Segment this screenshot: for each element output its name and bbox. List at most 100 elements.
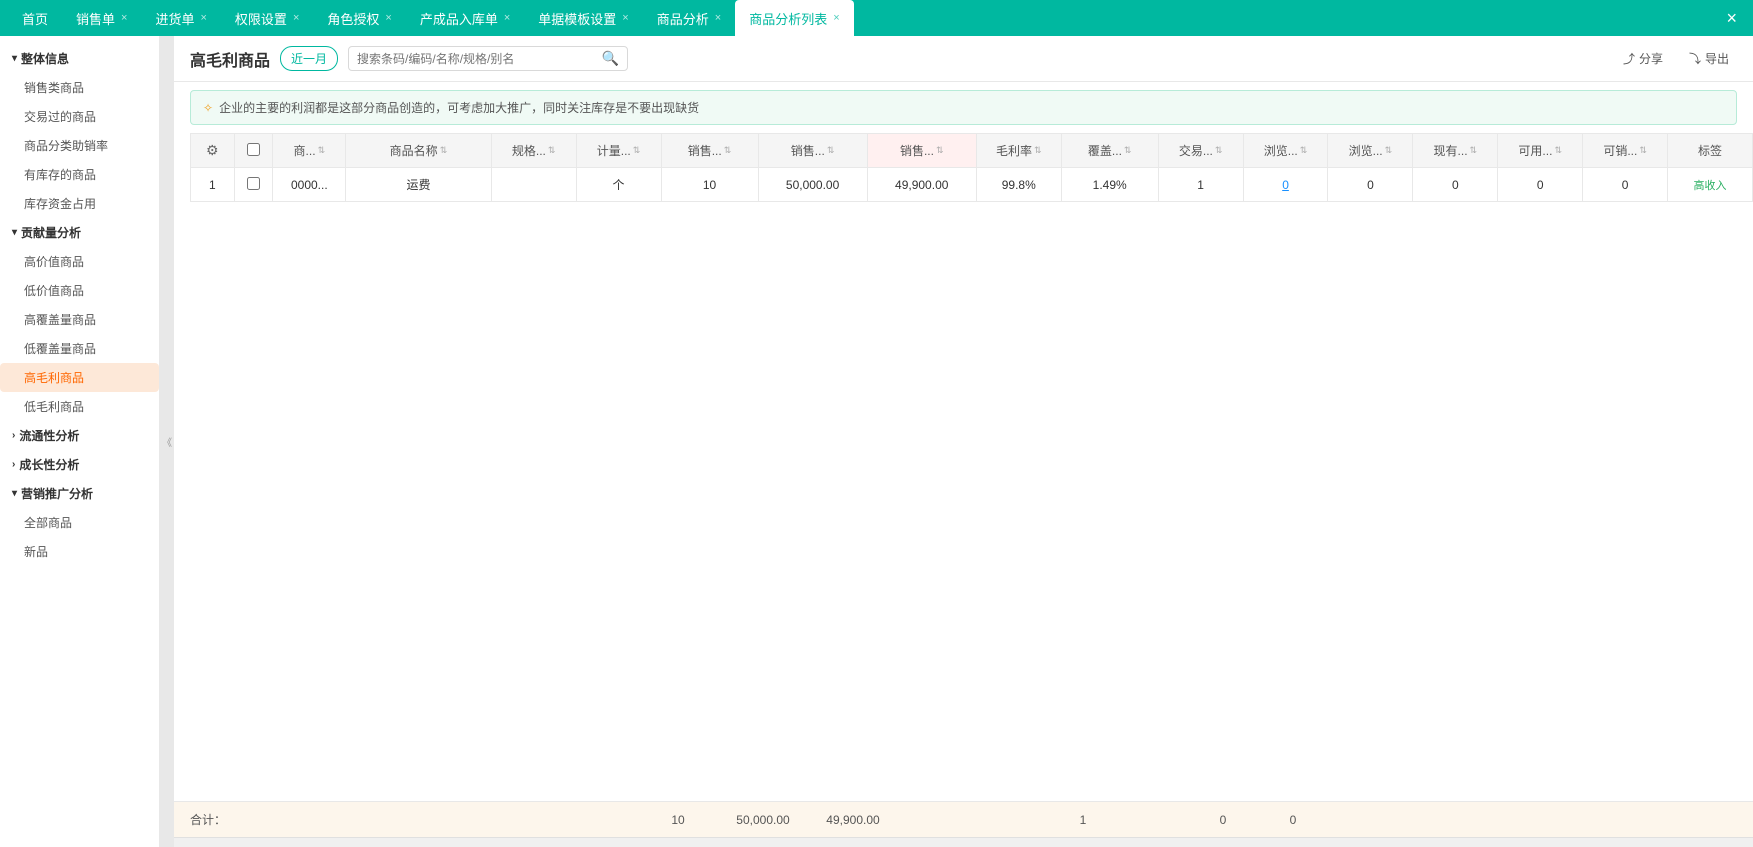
sort-coverage-icon[interactable]: ⇅	[1124, 145, 1132, 156]
sidebar-item-new-goods[interactable]: 新品	[0, 537, 159, 566]
col-gross-margin-label: 毛利率	[996, 142, 1032, 159]
col-no: 商...⇅	[273, 134, 346, 168]
col-browse1: 浏览...⇅	[1243, 134, 1328, 168]
col-settings[interactable]: ⚙	[191, 134, 235, 168]
col-checkbox[interactable]	[234, 134, 273, 168]
sidebar-item-category-rate[interactable]: 商品分类助销率	[0, 131, 159, 160]
close-analysis-list-tab[interactable]: ×	[833, 12, 839, 24]
sort-sales-profit-icon[interactable]: ⇅	[936, 145, 944, 156]
row-browse1[interactable]: 0	[1243, 168, 1328, 202]
nav-item-template[interactable]: 单据模板设置 ×	[524, 0, 642, 36]
sidebar-group-growth-label: 成长性分析	[19, 456, 79, 473]
sort-unit-icon[interactable]: ⇅	[633, 145, 641, 156]
col-stock-current-label: 现有...	[1434, 142, 1468, 159]
col-name-label: 商品名称	[390, 142, 438, 159]
col-browse1-label: 浏览...	[1264, 142, 1298, 159]
share-button[interactable]: ⤴ 分享	[1615, 46, 1671, 71]
close-role-tab[interactable]: ×	[385, 12, 391, 24]
sidebar: ▾ 整体信息 销售类商品 交易过的商品 商品分类助销率 有库存的商品 库存资金占…	[0, 36, 160, 847]
export-icon: ⤵	[1689, 50, 1701, 67]
nav-item-purchase[interactable]: 进货单 ×	[141, 0, 220, 36]
sidebar-group-growth[interactable]: › 成长性分析	[0, 450, 159, 479]
sort-no-icon[interactable]: ⇅	[318, 145, 326, 156]
filter-button[interactable]: 近一月	[280, 46, 338, 71]
sort-stock-current-icon[interactable]: ⇅	[1470, 145, 1478, 156]
search-icon[interactable]: 🔍	[602, 50, 619, 67]
sort-browse2-icon[interactable]: ⇅	[1385, 145, 1393, 156]
bottom-scrollbar[interactable]	[174, 837, 1753, 847]
sort-spec-icon[interactable]: ⇅	[548, 145, 556, 156]
settings-icon[interactable]: ⚙	[206, 142, 219, 158]
sort-stock-available-icon[interactable]: ⇅	[1554, 145, 1562, 156]
sort-gross-margin-icon[interactable]: ⇅	[1034, 145, 1042, 156]
sidebar-group-marketing[interactable]: ▾ 营销推广分析	[0, 479, 159, 508]
share-icon: ⤴	[1623, 50, 1635, 67]
col-stock-current: 现有...⇅	[1413, 134, 1498, 168]
sidebar-item-low-value[interactable]: 低价值商品	[0, 276, 159, 305]
sidebar-item-sales-goods[interactable]: 销售类商品	[0, 73, 159, 102]
sidebar-item-all-goods[interactable]: 全部商品	[0, 508, 159, 537]
row-stock-available: 0	[1498, 168, 1583, 202]
export-button[interactable]: ⤵ 导出	[1681, 46, 1737, 71]
sort-sales-amount-icon[interactable]: ⇅	[827, 145, 835, 156]
sidebar-item-high-value[interactable]: 高价值商品	[0, 247, 159, 276]
sidebar-item-low-margin[interactable]: 低毛利商品	[0, 392, 159, 421]
close-sales-tab[interactable]: ×	[121, 12, 127, 24]
nav-item-role[interactable]: 角色授权 ×	[313, 0, 405, 36]
sidebar-item-high-coverage[interactable]: 高覆盖量商品	[0, 305, 159, 334]
row-spec	[491, 168, 576, 202]
col-browse2: 浏览...⇅	[1328, 134, 1413, 168]
sidebar-item-traded-goods[interactable]: 交易过的商品	[0, 102, 159, 131]
info-text: 企业的主要的利润都是这部分商品创造的，可考虑加大推广，同时关注库存是不要出现缺货	[219, 99, 699, 116]
nav-item-sales[interactable]: 销售单 ×	[62, 0, 141, 36]
col-trade-label: 交易...	[1179, 142, 1213, 159]
sidebar-item-stock-capital[interactable]: 库存资金占用	[0, 189, 159, 218]
share-label: 分享	[1639, 50, 1663, 67]
close-template-tab[interactable]: ×	[622, 12, 628, 24]
close-permission-tab[interactable]: ×	[293, 12, 299, 24]
sidebar-group-liquidity[interactable]: › 流通性分析	[0, 421, 159, 450]
tag-badge: 高收入	[1694, 180, 1727, 192]
table-row: 1 0000... 运费 个 10 50,000.00 49,900.00 99…	[191, 168, 1753, 202]
sidebar-group-overall[interactable]: ▾ 整体信息	[0, 44, 159, 73]
table-wrap: ⚙ 商...⇅ 商品名称⇅ 规	[174, 133, 1753, 801]
sidebar-item-in-stock-goods[interactable]: 有库存的商品	[0, 160, 159, 189]
close-product-inbound-tab[interactable]: ×	[504, 12, 510, 24]
col-no-label: 商...	[294, 142, 316, 159]
search-input[interactable]	[357, 52, 602, 66]
row-checkbox[interactable]	[234, 168, 273, 202]
nav-item-permission[interactable]: 权限设置 ×	[221, 0, 313, 36]
data-table: ⚙ 商...⇅ 商品名称⇅ 规	[190, 133, 1753, 202]
sidebar-item-high-margin[interactable]: 高毛利商品	[0, 363, 159, 392]
select-all-checkbox[interactable]	[247, 143, 260, 156]
nav-item-product-inbound[interactable]: 产成品入库单 ×	[406, 0, 524, 36]
row-unit: 个	[576, 168, 661, 202]
col-sales-qty: 销售...⇅	[661, 134, 758, 168]
col-stock-available: 可用...⇅	[1498, 134, 1583, 168]
row-select-checkbox[interactable]	[247, 177, 260, 190]
col-tag: 标签	[1668, 134, 1753, 168]
sidebar-group-contribution[interactable]: ▾ 贡献量分析	[0, 218, 159, 247]
sort-name-icon[interactable]: ⇅	[440, 145, 448, 156]
sidebar-group-marketing-label: 营销推广分析	[21, 485, 93, 502]
nav-item-analysis[interactable]: 商品分析 ×	[643, 0, 735, 36]
close-all-btn[interactable]: ×	[1718, 8, 1745, 29]
main-layout: ▾ 整体信息 销售类商品 交易过的商品 商品分类助销率 有库存的商品 库存资金占…	[0, 36, 1753, 847]
sidebar-item-low-coverage[interactable]: 低覆盖量商品	[0, 334, 159, 363]
close-purchase-tab[interactable]: ×	[200, 12, 206, 24]
arrow-growth: ›	[12, 459, 15, 470]
info-banner: ✧ 企业的主要的利润都是这部分商品创造的，可考虑加大推广，同时关注库存是不要出现…	[190, 90, 1737, 125]
footer-sales-profit: 49,900.00	[808, 813, 898, 827]
nav-item-home[interactable]: 首页	[8, 0, 62, 36]
close-analysis-tab[interactable]: ×	[715, 12, 721, 24]
row-stock-salable: 0	[1583, 168, 1668, 202]
sidebar-group-liquidity-label: 流通性分析	[19, 427, 79, 444]
sort-stock-salable-icon[interactable]: ⇅	[1639, 145, 1647, 156]
sort-trade-icon[interactable]: ⇅	[1215, 145, 1223, 156]
nav-item-analysis-list[interactable]: 商品分析列表 ×	[735, 0, 853, 36]
row-gross-margin: 99.8%	[976, 168, 1061, 202]
sort-sales-qty-icon[interactable]: ⇅	[724, 145, 732, 156]
arrow-contribution: ▾	[12, 227, 17, 238]
sidebar-toggle[interactable]: 《	[160, 36, 174, 847]
sort-browse1-icon[interactable]: ⇅	[1300, 145, 1308, 156]
